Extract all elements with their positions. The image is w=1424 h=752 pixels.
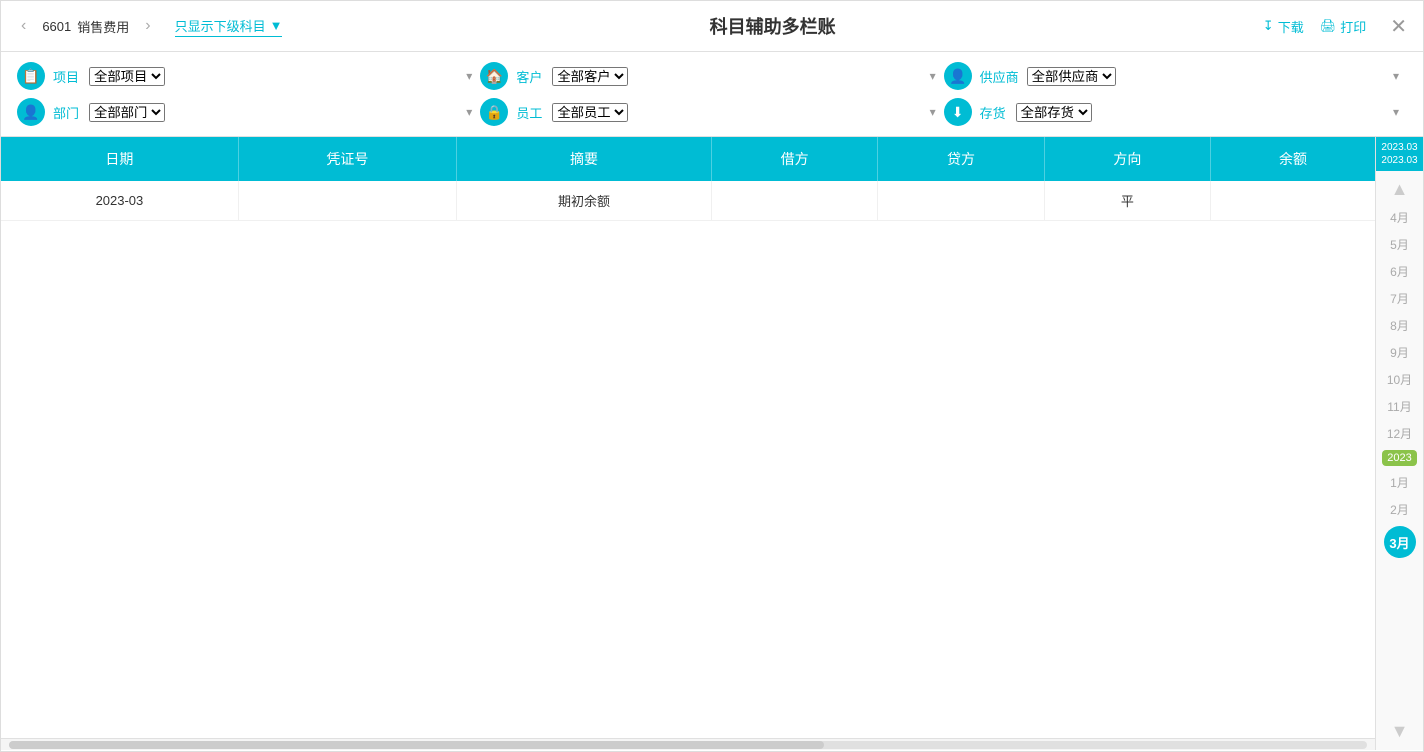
col-summary: 摘要	[456, 137, 711, 181]
timeline-month[interactable]: 5月	[1376, 231, 1423, 258]
filter-supplier-row: 👤 供应商 全部供应商	[944, 62, 1407, 90]
project-select[interactable]: 全部项目	[89, 67, 165, 86]
cell-date: 2023-03	[1, 181, 238, 221]
cell-voucher	[238, 181, 456, 221]
page-title: 科目辅助多栏账	[294, 13, 1250, 39]
customer-select[interactable]: 全部客户	[552, 67, 628, 86]
col-direction: 方向	[1044, 137, 1210, 181]
content-area: 日期 凭证号 摘要 借方 贷方 方向 余额 2023-03 期初余额 平	[1, 137, 1423, 750]
timeline-month[interactable]: 8月	[1376, 312, 1423, 339]
download-label: 下载	[1278, 17, 1304, 36]
header-bar: ‹ 6601 销售费用 › 只显示下级科目 ▼ 科目辅助多栏账 ↧ 下载 🖨 打…	[1, 1, 1423, 52]
print-button[interactable]: 🖨 打印	[1320, 17, 1367, 36]
filter-customer-row: 🏠 客户 全部客户	[480, 62, 943, 90]
download-button[interactable]: ↧ 下载	[1263, 17, 1304, 36]
filter-employee-row: 🔒 员工 全部员工	[480, 98, 943, 126]
timeline-month[interactable]: 11月	[1376, 393, 1423, 420]
project-select-wrapper: 全部项目	[89, 67, 480, 86]
customer-select-wrapper: 全部客户	[552, 67, 943, 86]
department-label: 部门	[53, 103, 81, 122]
show-sub-dropdown[interactable]: 只显示下级科目 ▼	[175, 16, 283, 37]
cell-balance	[1211, 181, 1376, 221]
supplier-label: 供应商	[980, 67, 1019, 86]
print-icon: 🖨	[1320, 18, 1337, 34]
customer-icon: 🏠	[480, 62, 508, 90]
timeline-month[interactable]: 10月	[1376, 366, 1423, 393]
customer-label: 客户	[516, 67, 544, 86]
project-label: 项目	[53, 67, 81, 86]
timeline-header-start: 2023.03	[1381, 141, 1417, 154]
account-code-display: 6601 销售费用	[42, 17, 129, 36]
inventory-icon: ⬇	[944, 98, 972, 126]
timeline-month[interactable]: 6月	[1376, 258, 1423, 285]
close-button[interactable]: ✕	[1390, 14, 1407, 39]
timeline-month[interactable]: 12月	[1376, 420, 1423, 447]
employee-select-wrapper: 全部员工	[552, 103, 943, 122]
data-table: 日期 凭证号 摘要 借方 贷方 方向 余额 2023-03 期初余额 平	[1, 137, 1375, 221]
timeline-header-end: 2023.03	[1381, 154, 1417, 167]
download-icon: ↧	[1263, 18, 1274, 34]
inventory-select-wrapper: 全部存货	[1016, 103, 1407, 122]
show-sub-label: 只显示下级科目	[175, 16, 266, 35]
department-icon: 👤	[17, 98, 45, 126]
supplier-select-wrapper: 全部供应商	[1027, 67, 1407, 86]
timeline-down-button[interactable]: ▼	[1391, 717, 1409, 746]
main-area: 📋 项目 全部项目 🏠 客户 全部客户 👤 供应商	[1, 52, 1423, 750]
timeline-month[interactable]: 4月	[1376, 204, 1423, 231]
timeline-month[interactable]: 7月	[1376, 285, 1423, 312]
employee-select[interactable]: 全部员工	[552, 103, 628, 122]
timeline-up-button[interactable]: ▲	[1391, 175, 1409, 204]
account-name-text: 销售费用	[77, 17, 129, 36]
cell-credit	[878, 181, 1044, 221]
inventory-label: 存货	[980, 103, 1008, 122]
timeline-sidebar: 2023.03 2023.03 ▲ 4月5月6月7月8月9月10月11月12月 2…	[1375, 137, 1423, 750]
employee-icon: 🔒	[480, 98, 508, 126]
timeline-month[interactable]: 9月	[1376, 339, 1423, 366]
table-row[interactable]: 2023-03 期初余额 平	[1, 181, 1375, 221]
next-account-button[interactable]: ›	[141, 17, 154, 35]
supplier-icon: 👤	[944, 62, 972, 90]
toolbar-right: ↧ 下载 🖨 打印 ✕	[1263, 14, 1407, 39]
supplier-select[interactable]: 全部供应商	[1027, 67, 1116, 86]
col-credit: 贷方	[878, 137, 1044, 181]
print-label: 打印	[1340, 17, 1366, 36]
year-badge: 2023	[1382, 450, 1416, 466]
prev-account-button[interactable]: ‹	[17, 17, 30, 35]
timeline-month-active[interactable]: 3月	[1384, 526, 1416, 558]
col-debit: 借方	[712, 137, 878, 181]
show-sub-chevron-icon: ▼	[270, 18, 283, 33]
filter-department-row: 👤 部门 全部部门	[17, 98, 480, 126]
department-select[interactable]: 全部部门	[89, 103, 165, 122]
department-select-wrapper: 全部部门	[89, 103, 480, 122]
filter-project-row: 📋 项目 全部项目	[17, 62, 480, 90]
col-voucher: 凭证号	[238, 137, 456, 181]
timeline-month[interactable]: 2月	[1376, 496, 1423, 523]
timeline-month[interactable]: 1月	[1376, 469, 1423, 496]
col-balance: 余额	[1211, 137, 1376, 181]
cell-debit	[712, 181, 878, 221]
employee-label: 员工	[516, 103, 544, 122]
project-icon: 📋	[17, 62, 45, 90]
cell-direction: 平	[1044, 181, 1210, 221]
inventory-select[interactable]: 全部存货	[1016, 103, 1092, 122]
table-header-row: 日期 凭证号 摘要 借方 贷方 方向 余额	[1, 137, 1375, 181]
filters-panel: 📋 项目 全部项目 🏠 客户 全部客户 👤 供应商	[1, 52, 1423, 137]
cell-summary: 期初余额	[456, 181, 711, 221]
filter-inventory-row: ⬇ 存货 全部存货	[944, 98, 1407, 126]
col-date: 日期	[1, 137, 238, 181]
account-code-text: 6601	[42, 19, 71, 34]
